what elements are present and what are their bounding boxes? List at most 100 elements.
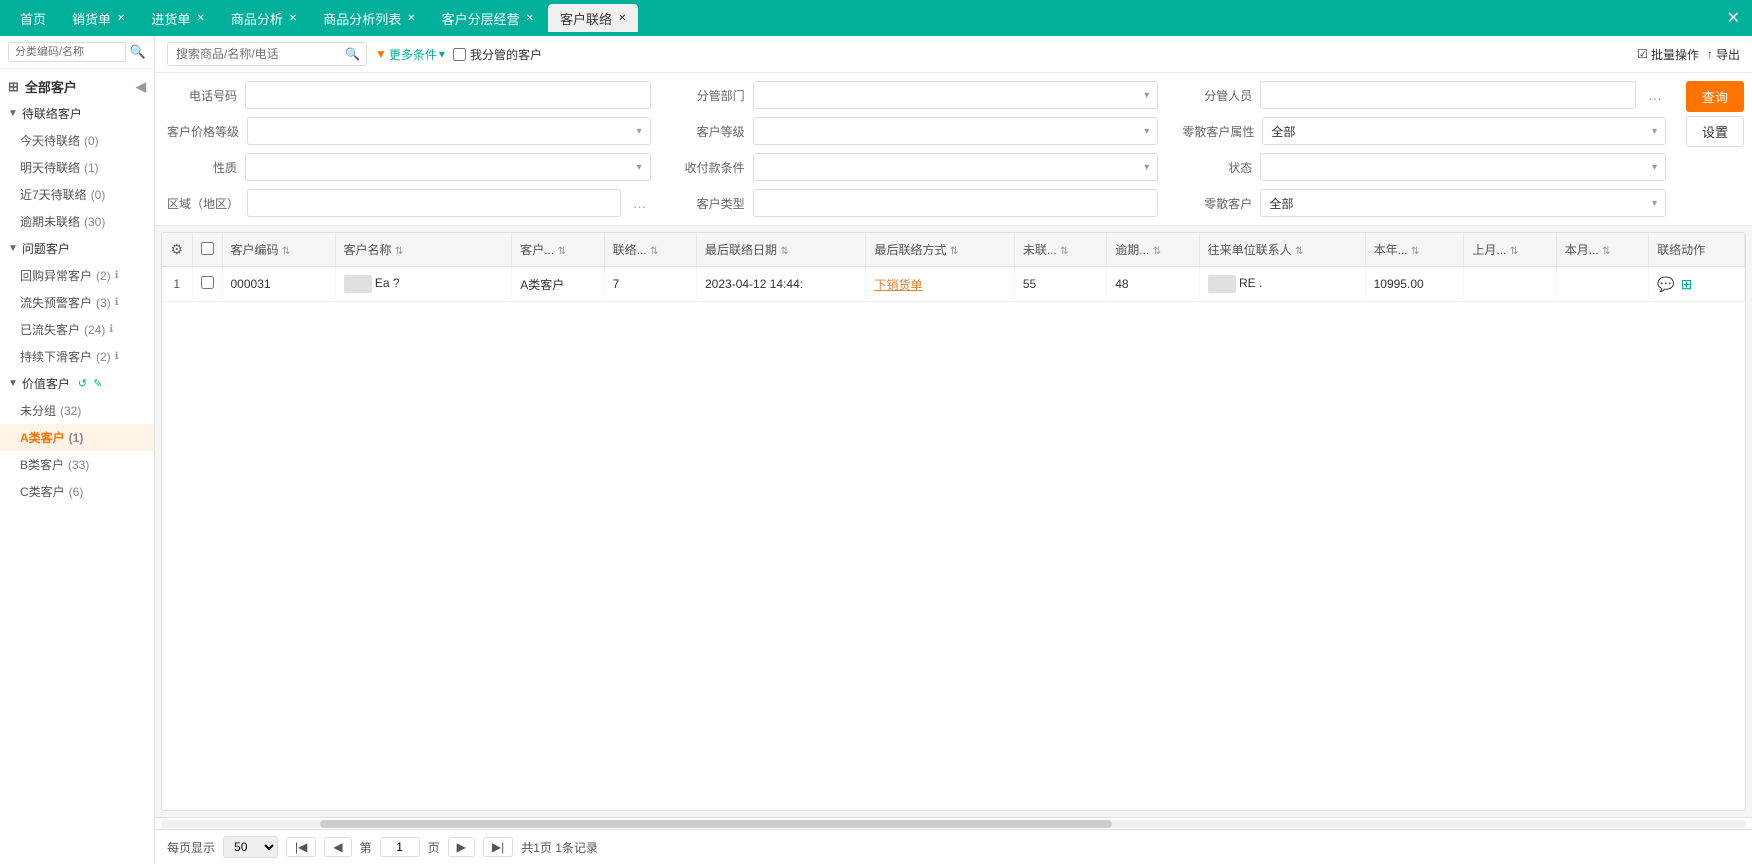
th-no-contact[interactable]: 未联... ⇅ [1014,233,1106,267]
th-contact-count[interactable]: 联络... ⇅ [604,233,696,267]
close-productanalysis-icon[interactable]: ✕ [289,13,297,24]
status-select[interactable]: ▾ [1260,153,1666,181]
sidebar-section-pending: ▼ 待联络客户 今天待联络 (0) 明天待联络 (1) 近7天待联络 (0) 逾… [0,100,154,235]
export-button[interactable]: ↑ 导出 [1707,46,1740,63]
last-contact-method-link[interactable]: 下销货单 [874,278,922,292]
sidebar-item-7days-pending[interactable]: 近7天待联络 (0) [0,181,154,208]
contact-avatar [1208,275,1236,293]
th-last-contact-date[interactable]: 最后联络日期 ⇅ [697,233,866,267]
customer-type-input[interactable] [753,189,1159,217]
first-page-button[interactable]: |◀ [286,837,316,857]
filter-search-icon[interactable]: 🔍 [339,43,366,65]
next-page-button[interactable]: ▶ [448,837,475,857]
filter-field-payment: 收付款条件 ▾ [675,153,1159,181]
sidebar-item-today-pending[interactable]: 今天待联络 (0) [0,127,154,154]
my-customers-checkbox[interactable] [453,48,466,61]
nav-tab-home[interactable]: 首页 [8,9,58,28]
th-contact-person[interactable]: 往来单位联系人 ⇅ [1199,233,1365,267]
th-customer-code[interactable]: 客户编码 ⇅ [222,233,335,267]
th-gear[interactable]: ⚙ [162,233,192,267]
manager-dots-icon[interactable]: … [1644,87,1666,103]
select-all-checkbox[interactable] [201,242,214,255]
th-overdue[interactable]: 逾期... ⇅ [1107,233,1199,267]
content-area: 🔍 ▼ 更多条件 ▾ 我分管的客户 ☑ 批量操作 ↑ 导出 [155,36,1752,864]
retail-customer-arrow-icon: ▾ [1652,198,1657,209]
sidebar-item-class-b[interactable]: B类客户 (33) [0,451,154,478]
row-last-contact-method: 下销货单 [866,267,1014,302]
th-last-month[interactable]: 上月... ⇅ [1464,233,1556,267]
horizontal-scroll-bar[interactable] [155,817,1752,829]
settings-button[interactable]: 设置 [1686,116,1744,147]
sidebar-item-churn-warning[interactable]: 流失预警客户 (3) ℹ [0,289,154,316]
th-this-month[interactable]: 本月... ⇅ [1556,233,1648,267]
sidebar-item-class-c[interactable]: C类客户 (6) [0,478,154,505]
th-this-year[interactable]: 本年... ⇅ [1365,233,1464,267]
sidebar-section-value-title[interactable]: ▼ 价值客户 ↺ ✎ [0,370,154,397]
gear-icon[interactable]: ⚙ [170,241,183,257]
customer-level-select[interactable]: ▾ [753,117,1159,145]
nature-select[interactable]: ▾ [245,153,651,181]
value-edit-icon[interactable]: ✎ [93,377,102,390]
sidebar-item-declining[interactable]: 持续下滑客户 (2) ℹ [0,343,154,370]
sidebar-item-class-a[interactable]: A类客户 (1) [0,424,154,451]
payment-select[interactable]: ▾ [753,153,1159,181]
value-refresh-icon[interactable]: ↺ [78,377,87,390]
manager-input[interactable] [1260,81,1636,109]
filter-search-input[interactable] [168,43,339,65]
close-customersegment-icon[interactable]: ✕ [526,13,534,24]
payment-arrow-icon: ▾ [1144,162,1149,173]
close-productanalysislist-icon[interactable]: ✕ [407,13,415,24]
per-page-select[interactable]: 50 100 [223,836,278,858]
th-actions: 联络动作 [1649,233,1745,267]
close-purchaseorder-icon[interactable]: ✕ [196,13,204,24]
nav-tab-productanalysislist[interactable]: 商品分析列表 ✕ [311,4,427,32]
prev-page-button[interactable]: ◀ [324,837,351,857]
sidebar-item-tomorrow-pending[interactable]: 明天待联络 (1) [0,154,154,181]
close-customercontact-icon[interactable]: ✕ [618,13,626,24]
region-input[interactable] [247,189,621,217]
batch-op-button[interactable]: ☑ 批量操作 [1637,46,1699,63]
sidebar-item-unclassified[interactable]: 未分组 (32) [0,397,154,424]
close-all-tabs-button[interactable]: ✕ [1723,4,1744,32]
filter-row-1: 电话号码 分管部门 ▾ 分管人员 [167,81,1666,109]
nav-tab-productanalysis[interactable]: 商品分析 ✕ [219,4,309,32]
type-sort-icon: ⇅ [558,246,566,257]
sidebar-section-problem-title[interactable]: ▼ 问题客户 [0,235,154,262]
my-customers-filter[interactable]: 我分管的客户 [453,46,542,63]
region-dots-icon[interactable]: … [629,195,651,211]
th-customer-name[interactable]: 客户名称 ⇅ [335,233,512,267]
sidebar-search-icon[interactable]: 🔍 [130,44,146,60]
row-checkbox[interactable] [201,276,214,289]
th-last-contact-method[interactable]: 最后联络方式 ⇅ [866,233,1014,267]
sidebar-section-pending-title[interactable]: ▼ 待联络客户 [0,100,154,127]
message-icon[interactable]: 💬 [1657,276,1674,293]
nav-tab-customercontact[interactable]: 客户联络 ✕ [548,4,638,32]
department-select[interactable]: ▾ [753,81,1159,109]
sidebar-item-churned[interactable]: 已流失客户 (24) ℹ [0,316,154,343]
retail-customer-select[interactable]: 全部 ▾ [1260,189,1666,217]
qr-icon[interactable]: ⊞ [1681,276,1693,293]
nav-tab-purchaseorder[interactable]: 进货单 ✕ [139,4,216,32]
checkbox-icon: ☑ [1637,47,1648,61]
close-salesorder-icon[interactable]: ✕ [117,13,125,24]
sidebar-section-value: ▼ 价值客户 ↺ ✎ 未分组 (32) A类客户 (1) B类客户 (33) C… [0,370,154,505]
name-avatar [344,275,372,293]
last-page-button[interactable]: ▶| [483,837,513,857]
query-button[interactable]: 查询 [1686,81,1744,112]
nav-tab-salesorder[interactable]: 销货单 ✕ [60,4,137,32]
row-contact-person: RE . [1199,267,1365,302]
retail-attr-select[interactable]: 全部 ▾ [1262,117,1666,145]
date-sort-icon: ⇅ [780,246,788,257]
page-input[interactable] [380,837,420,857]
sidebar-collapse-icon[interactable]: ◀ [136,79,146,95]
row-overdue: 48 [1107,267,1199,302]
sidebar-search-input[interactable] [8,42,126,62]
price-level-select[interactable]: ▾ [247,117,651,145]
sidebar-item-repurchase-anomaly[interactable]: 回购异常客户 (2) ℹ [0,262,154,289]
table-header-row: ⚙ 客户编码 ⇅ 客户名称 ⇅ [162,233,1745,267]
th-customer-type[interactable]: 客户... ⇅ [512,233,604,267]
sidebar-item-overdue[interactable]: 逾期未联络 (30) [0,208,154,235]
phone-input[interactable] [245,81,651,109]
nav-tab-customersegment[interactable]: 客户分层经营 ✕ [430,4,546,32]
filter-more-conditions[interactable]: ▼ 更多条件 ▾ [375,46,445,63]
